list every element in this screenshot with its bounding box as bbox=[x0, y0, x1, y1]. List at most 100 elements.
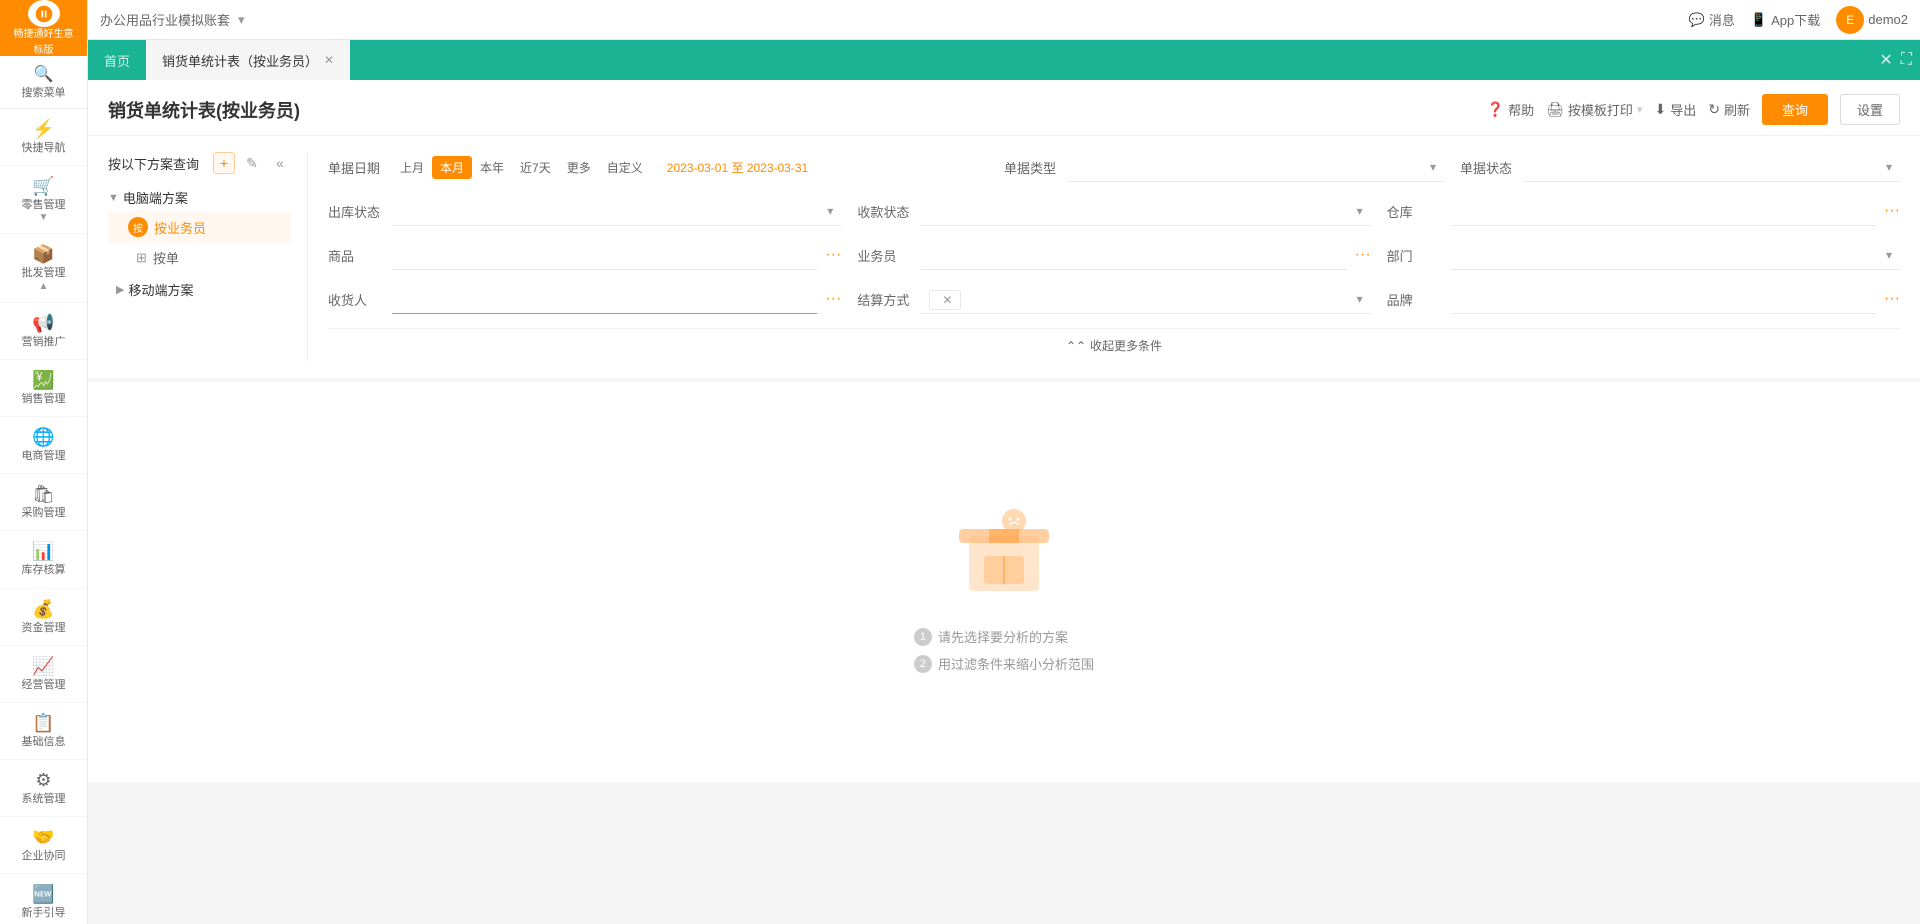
quicknav-icon: ⚡ bbox=[32, 119, 54, 140]
docstatus-arrow: ▾ bbox=[1886, 160, 1892, 174]
topbar-right: 💬 消息 📱 App下载 E demo2 bbox=[1689, 6, 1908, 34]
sidebar-search[interactable]: 🔍 搜索菜单 bbox=[0, 56, 87, 109]
sidebar-item-marketing[interactable]: 📢 营销推广 bbox=[0, 303, 87, 360]
date-filter: 上月 本月 本年 近7天 更多 自定义 bbox=[392, 156, 651, 179]
date-tab-thismonth[interactable]: 本月 bbox=[432, 156, 472, 179]
staff-dots[interactable]: ··· bbox=[1355, 246, 1371, 264]
outstatus-select[interactable]: ▾ bbox=[392, 196, 841, 226]
system-label: 系统管理 bbox=[22, 793, 66, 806]
scheme-item-icon: 按 bbox=[128, 217, 148, 237]
tab-expand-btn[interactable]: ⛶ bbox=[1901, 51, 1912, 69]
message-btn[interactable]: 💬 消息 bbox=[1689, 10, 1735, 29]
sidebar-item-quicknav[interactable]: ⚡ 快捷导航 bbox=[0, 109, 87, 166]
scheme-edit-btn[interactable]: ✎ bbox=[241, 152, 263, 174]
workspace-dropdown[interactable]: ▾ bbox=[238, 12, 245, 28]
operations-icon: 📈 bbox=[32, 656, 54, 677]
page-header: 销货单统计表(按业务员) ❓ 帮助 🖨 按模板打印 ▾ ⬇ 导出 ↻ 刷新 bbox=[88, 80, 1920, 136]
sidebar-item-wholesale[interactable]: 📦 批发管理 ▲ bbox=[0, 234, 87, 302]
collapse-btn[interactable]: ⌃⌃ 收起更多条件 bbox=[328, 328, 1900, 362]
receiptstatus-label: 收款状态 bbox=[857, 202, 913, 221]
scheme-group-pc-title[interactable]: ▼ 电脑端方案 bbox=[108, 184, 291, 211]
product-input[interactable] bbox=[392, 240, 817, 270]
payment-tag-item: ✕ bbox=[929, 290, 961, 310]
receiptstatus-select[interactable]: ▾ bbox=[921, 196, 1370, 226]
brand-input[interactable] bbox=[1451, 284, 1876, 314]
sidebar-item-purchase[interactable]: 🛍 采购管理 bbox=[0, 474, 87, 531]
sidebar-item-newguide[interactable]: 🆕 新手引导 bbox=[0, 874, 87, 924]
system-icon: ⚙ bbox=[35, 770, 51, 791]
topbar-left: 办公用品行业模拟账套 ▾ bbox=[100, 10, 245, 29]
doctype-select[interactable]: ▾ bbox=[1068, 152, 1444, 182]
date-tab-custom[interactable]: 自定义 bbox=[599, 156, 651, 179]
workspace-title: 办公用品行业模拟账套 bbox=[100, 10, 230, 29]
wholesale-icon: 📦 bbox=[32, 244, 54, 265]
scheme-group-mobile-title[interactable]: ▶ 移动端方案 bbox=[108, 276, 291, 303]
dept-select[interactable]: ▾ bbox=[1451, 240, 1900, 270]
warehouse-input[interactable] bbox=[1451, 196, 1876, 226]
print-btn[interactable]: 🖨 按模板打印 ▾ bbox=[1546, 100, 1642, 119]
scheme-item-by-order[interactable]: ⊞ 按单 bbox=[108, 243, 291, 272]
receiptstatus-arrow: ▾ bbox=[1357, 204, 1363, 218]
tab-home[interactable]: 首页 bbox=[88, 40, 146, 80]
sidebar-item-operations[interactable]: 📈 经营管理 bbox=[0, 646, 87, 703]
warehouse-dots[interactable]: ··· bbox=[1884, 202, 1900, 220]
dept-arrow: ▾ bbox=[1886, 248, 1892, 262]
page-content: 销货单统计表(按业务员) ❓ 帮助 🖨 按模板打印 ▾ ⬇ 导出 ↻ 刷新 bbox=[88, 80, 1920, 924]
scheme-panel-title: 按以下方案查询 bbox=[108, 154, 199, 173]
export-btn[interactable]: ⬇ 导出 bbox=[1654, 100, 1696, 119]
inventory-label: 库存核算 bbox=[22, 564, 66, 577]
finance-label: 资金管理 bbox=[22, 622, 66, 635]
sidebar-item-collab[interactable]: 🤝 企业协同 bbox=[0, 817, 87, 874]
filter-row-4: 收货人 ··· 结算方式 ✕ bbox=[328, 284, 1900, 314]
app-download-icon: 📱 bbox=[1751, 12, 1767, 28]
payment-select[interactable]: ✕ ▾ bbox=[921, 284, 1370, 314]
operations-label: 经营管理 bbox=[22, 679, 66, 692]
sidebar-item-system[interactable]: ⚙ 系统管理 bbox=[0, 760, 87, 817]
docstatus-select[interactable]: ▾ bbox=[1524, 152, 1900, 182]
message-icon: 💬 bbox=[1689, 12, 1705, 28]
user-avatar: E bbox=[1836, 6, 1864, 34]
settings-btn[interactable]: 设置 bbox=[1840, 94, 1900, 125]
newguide-label: 新手引导 bbox=[22, 907, 66, 920]
sidebar-logo: 畅捷通好生意 标版 bbox=[0, 0, 88, 56]
date-tab-thisyear[interactable]: 本年 bbox=[472, 156, 512, 179]
filter-row-3: 商品 ··· 业务员 ··· 部门 ▾ bbox=[328, 240, 1900, 270]
query-btn[interactable]: 查询 bbox=[1762, 94, 1828, 125]
payment-tag-close[interactable]: ✕ bbox=[942, 293, 952, 307]
date-tab-more[interactable]: 更多 bbox=[559, 156, 599, 179]
sales-label: 销售管理 bbox=[22, 393, 66, 406]
scheme-collapse-icon: « bbox=[276, 155, 284, 171]
tab-close-icon[interactable]: ✕ bbox=[324, 53, 334, 67]
scheme-item-by-staff[interactable]: 按 按业务员 bbox=[108, 211, 291, 243]
brand-dots[interactable]: ··· bbox=[1884, 290, 1900, 308]
consignee-dots[interactable]: ··· bbox=[825, 290, 841, 308]
date-label: 单据日期 bbox=[328, 158, 384, 177]
consignee-input[interactable] bbox=[392, 284, 817, 314]
date-tab-lastmonth[interactable]: 上月 bbox=[392, 156, 432, 179]
app-subtitle: 标版 bbox=[34, 41, 54, 56]
help-btn[interactable]: ❓ 帮助 bbox=[1487, 100, 1534, 119]
sidebar-item-sales[interactable]: 💹 销售管理 bbox=[0, 360, 87, 417]
sidebar-item-inventory[interactable]: 📊 库存核算 bbox=[0, 531, 87, 588]
scheme-collapse-btn[interactable]: « bbox=[269, 152, 291, 174]
scheme-add-btn[interactable]: + bbox=[213, 152, 235, 174]
filter-dept: 部门 ▾ bbox=[1387, 240, 1900, 270]
empty-tips: 1 请先选择要分析的方案 2 用过滤条件来缩小分析范围 bbox=[914, 627, 1094, 673]
refresh-btn[interactable]: ↻ 刷新 bbox=[1708, 100, 1750, 119]
sidebar-item-finance[interactable]: 💰 资金管理 bbox=[0, 589, 87, 646]
date-tab-7days[interactable]: 近7天 bbox=[512, 156, 559, 179]
sidebar-item-ecommerce[interactable]: 🌐 电商管理 bbox=[0, 417, 87, 474]
staff-input[interactable] bbox=[921, 240, 1346, 270]
brand-label: 品牌 bbox=[1387, 290, 1443, 309]
app-download-btn[interactable]: 📱 App下载 bbox=[1751, 10, 1820, 29]
sidebar-item-retail[interactable]: 🛒 零售管理 ▼ bbox=[0, 166, 87, 234]
page-header-actions: ❓ 帮助 🖨 按模板打印 ▾ ⬇ 导出 ↻ 刷新 查询 设置 bbox=[1487, 94, 1900, 125]
empty-state: 1 请先选择要分析的方案 2 用过滤条件来缩小分析范围 bbox=[914, 491, 1094, 673]
tab-sales-stat[interactable]: 销货单统计表（按业务员） ✕ bbox=[146, 40, 350, 80]
user-area[interactable]: E demo2 bbox=[1836, 6, 1908, 34]
quicknav-label: 快捷导航 bbox=[22, 142, 66, 155]
sidebar-item-basicinfo[interactable]: 📋 基础信息 bbox=[0, 703, 87, 760]
tab-close-all-btn[interactable]: ✕ bbox=[1879, 50, 1892, 70]
wholesale-arrow: ▲ bbox=[39, 281, 49, 292]
product-dots[interactable]: ··· bbox=[825, 246, 841, 264]
